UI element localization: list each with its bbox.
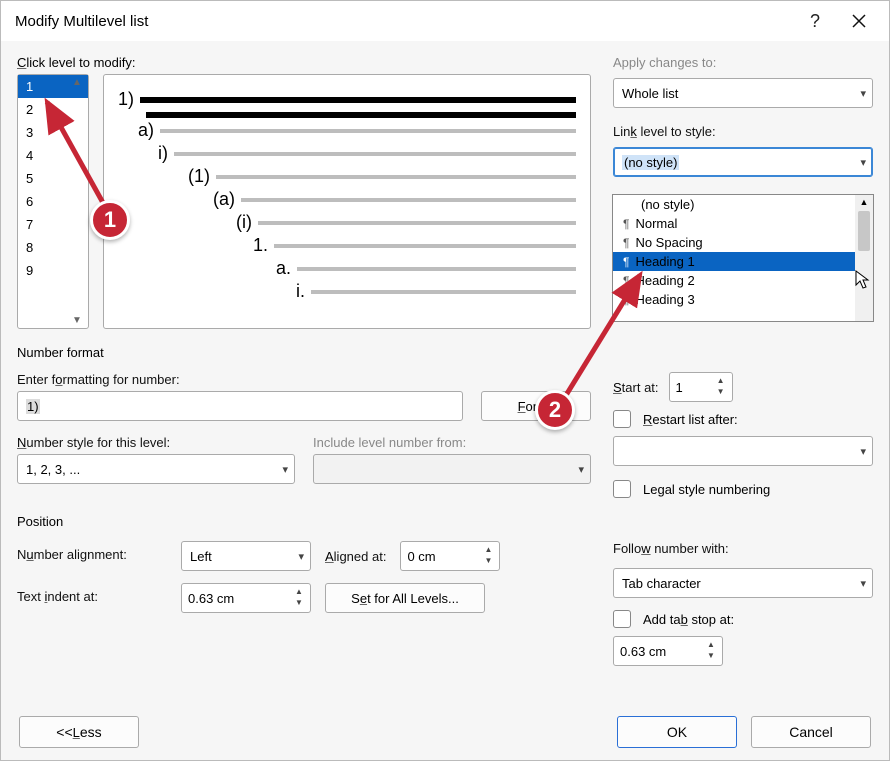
restart-after-checkbox	[613, 410, 631, 428]
chevron-down-icon: ▾	[578, 463, 584, 476]
level-scroll[interactable]: ▲▼	[68, 77, 86, 326]
annotation-badge-1: 1	[90, 200, 130, 240]
number-alignment-combo[interactable]: Left▾	[181, 541, 311, 571]
number-alignment-label: Number alignment:	[17, 547, 167, 562]
chevron-down-icon: ▾	[860, 445, 866, 458]
chevron-down-icon: ▾	[282, 463, 288, 476]
annotation-badge-2: 2	[535, 390, 575, 430]
position-section: Position	[17, 514, 873, 529]
link-level-label: Link level to style:	[613, 124, 873, 139]
dialog-footer: << Less OK Cancel	[1, 704, 889, 760]
chevron-down-icon: ▾	[298, 550, 304, 563]
chevron-down-icon: ▾	[860, 87, 866, 100]
style-option-normal[interactable]: ¶Normal	[613, 214, 855, 233]
less-button[interactable]: << Less	[19, 716, 139, 748]
titlebar: Modify Multilevel list ?	[1, 1, 889, 41]
number-style-combo[interactable]: 1, 2, 3, ...▾	[17, 454, 295, 484]
list-preview: 1) a) i) (1) (a) (i) 1. a. i.	[103, 74, 591, 329]
add-tab-stop-spin: 0.63 cm▲▼	[613, 636, 723, 666]
cancel-button[interactable]: Cancel	[751, 716, 871, 748]
close-icon[interactable]	[837, 1, 881, 41]
follow-number-label: Follow number with:	[613, 541, 873, 556]
style-option-heading-2[interactable]: ¶Heading 2	[613, 271, 855, 290]
enter-formatting-input[interactable]: 1)	[17, 391, 463, 421]
aligned-at-label: Aligned at:	[325, 549, 386, 564]
modify-multilevel-list-dialog: Modify Multilevel list ? Click level to …	[0, 0, 890, 761]
add-tab-stop-checkbox[interactable]	[613, 610, 631, 628]
dialog-title: Modify Multilevel list	[15, 13, 793, 30]
include-level-combo: ▾	[313, 454, 591, 484]
dropdown-scrollbar[interactable]: ▲	[855, 195, 873, 321]
apply-changes-label: Apply changes to:	[613, 55, 873, 70]
ok-button[interactable]: OK	[617, 716, 737, 748]
text-indent-spin[interactable]: 0.63 cm▲▼	[181, 583, 311, 613]
enter-formatting-label: Enter formatting for number:	[17, 372, 591, 387]
legal-style-checkbox[interactable]	[613, 480, 631, 498]
follow-number-combo[interactable]: Tab character▾	[613, 568, 873, 598]
aligned-at-spin[interactable]: 0 cm▲▼	[400, 541, 500, 571]
apply-changes-combo[interactable]: Whole list▾	[613, 78, 873, 108]
chevron-down-icon: ▾	[860, 577, 866, 590]
chevron-down-icon: ▾	[860, 156, 866, 169]
mouse-cursor-icon	[855, 270, 871, 295]
link-level-combo[interactable]: (no style)▾	[613, 147, 873, 177]
number-format-section: Number format	[17, 345, 873, 360]
add-tab-stop-label: Add tab stop at:	[643, 612, 734, 627]
link-level-dropdown[interactable]: (no style) ¶Normal ¶No Spacing ¶Heading …	[612, 194, 874, 322]
restart-after-combo: ▾	[613, 436, 873, 466]
include-level-label: Include level number from:	[313, 435, 591, 450]
number-style-label: Number style for this level:	[17, 435, 295, 450]
help-icon[interactable]: ?	[793, 1, 837, 41]
style-option-no-style[interactable]: (no style)	[613, 195, 855, 214]
level-listbox[interactable]: 1 2 3 4 5 6 7 8 9 ▲▼	[17, 74, 89, 329]
style-option-no-spacing[interactable]: ¶No Spacing	[613, 233, 855, 252]
set-for-all-button[interactable]: Set for All Levels...	[325, 583, 485, 613]
start-at-label: Start at:	[613, 380, 659, 395]
style-option-heading-3[interactable]: ¶Heading 3	[613, 290, 855, 309]
click-level-label: Click level to modify:	[17, 55, 591, 70]
start-at-spin[interactable]: 1▲▼	[669, 372, 733, 402]
text-indent-label: Text indent at:	[17, 589, 167, 604]
restart-after-label: Restart list after:	[643, 412, 738, 427]
style-option-heading-1[interactable]: ¶Heading 1	[613, 252, 855, 271]
legal-style-label: Legal style numbering	[643, 482, 770, 497]
